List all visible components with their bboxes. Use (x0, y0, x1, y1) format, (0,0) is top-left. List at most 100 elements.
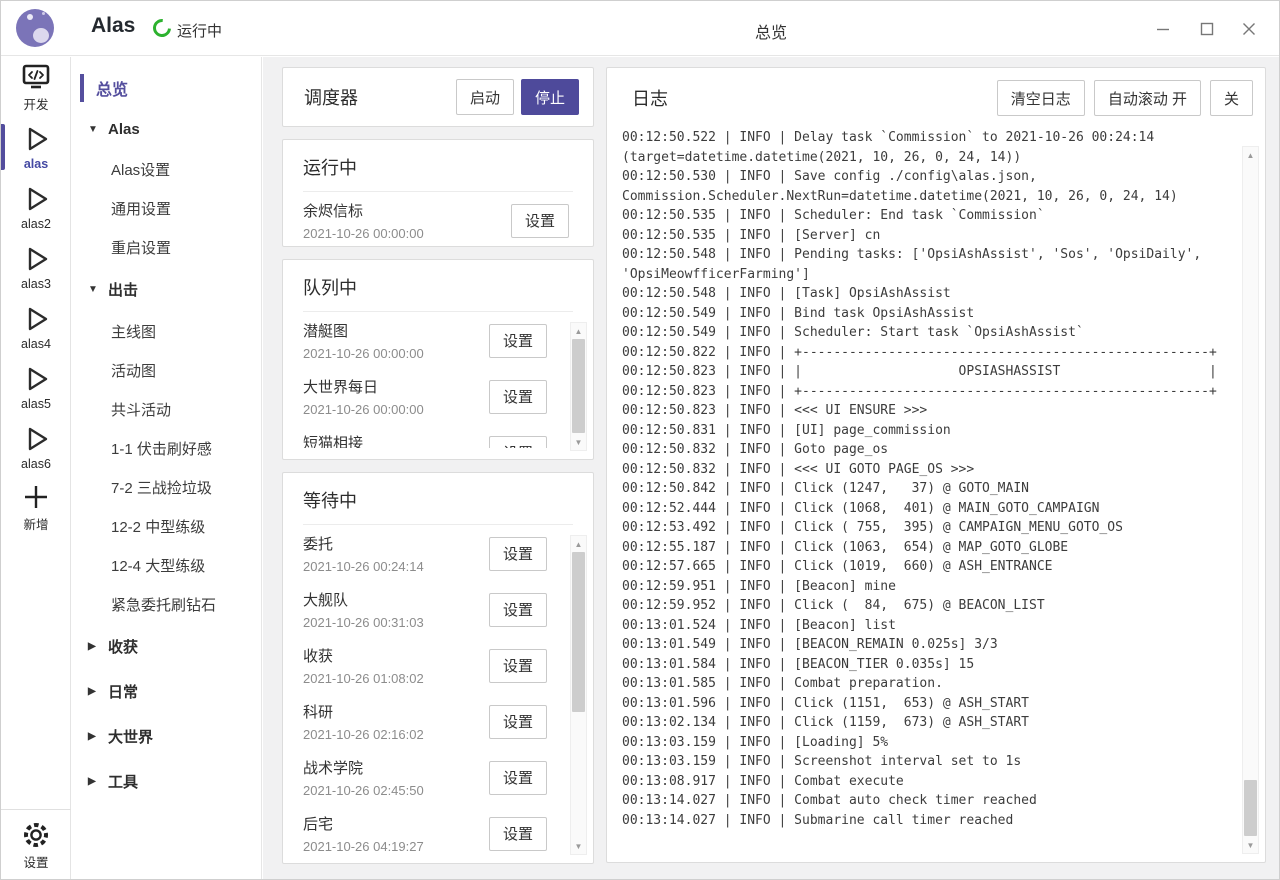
autoscroll-off-button[interactable]: 关 (1210, 80, 1253, 116)
task-row: 后宅2021-10-26 04:19:27设置 (283, 805, 593, 852)
menu-group-日常[interactable]: ▶日常 (71, 669, 261, 714)
sidebar-item-alas3[interactable]: alas3 (1, 237, 71, 297)
menu-group-label: 日常 (108, 681, 138, 702)
menu-item-主线图[interactable]: 主线图 (71, 312, 261, 351)
menu-item-Alas设置[interactable]: Alas设置 (71, 150, 261, 189)
task-setting-button[interactable]: 设置 (489, 817, 547, 851)
chevron-right-icon: ▶ (88, 731, 99, 742)
task-row: 委托 2021-10-26 00:24:14设置 (283, 525, 593, 581)
autoscroll-on-button[interactable]: 自动滚动 开 (1094, 80, 1201, 116)
task-name: 科研 (303, 701, 489, 722)
running-card: 运行中 余烬信标2021-10-26 00:00:00设置 (282, 139, 594, 247)
task-row: 大舰队2021-10-26 00:31:03设置 (283, 581, 593, 637)
log-header: 日志 清空日志 自动滚动 开 关 (607, 68, 1265, 124)
task-row: 余烬信标2021-10-26 00:00:00设置 (283, 192, 593, 248)
waiting-scrollbar[interactable]: ▲ ▼ (570, 535, 587, 855)
sidebar-item-alas4[interactable]: alas4 (1, 297, 71, 357)
play-icon (20, 183, 52, 215)
scrollbar-thumb[interactable] (572, 552, 585, 712)
scheduler-title: 调度器 (304, 84, 358, 110)
task-name: 余烬信标 (303, 200, 511, 221)
sidebar-item-label: alas2 (21, 217, 51, 231)
task-row: 潜艇图2021-10-26 00:00:00设置 (283, 312, 593, 368)
menu-item-1-1 伏击刷好感[interactable]: 1-1 伏击刷好感 (71, 429, 261, 468)
plus-icon (21, 482, 51, 512)
waiting-card-title: 等待中 (303, 473, 573, 525)
task-name: 收获 (303, 645, 489, 666)
sidebar-item-label: alas5 (21, 397, 51, 411)
menu-item-共斗活动[interactable]: 共斗活动 (71, 390, 261, 429)
clear-log-button[interactable]: 清空日志 (997, 80, 1085, 116)
scheduler-status-text: 运行中 (177, 20, 222, 41)
sidebar-item-settings[interactable]: 设置 (1, 809, 71, 880)
menu-group-label: 收获 (108, 636, 138, 657)
dev-monitor-icon (20, 62, 52, 92)
task-row: 大世界每日2021-10-26 00:00:00设置 (283, 368, 593, 424)
menu-item-紧急委托刷钻石[interactable]: 紧急委托刷钻石 (71, 585, 261, 624)
scheduler-stop-button[interactable]: 停止 (521, 79, 579, 115)
menu-group-label: 大世界 (108, 726, 153, 747)
waiting-card: 等待中 委托2021-10-26 00:24:14设置大舰队2021-10-26… (282, 472, 594, 864)
menu-item-overview[interactable]: 总览 (71, 67, 261, 109)
scroll-down-icon[interactable]: ▼ (571, 434, 586, 450)
chevron-right-icon: ▶ (88, 641, 99, 652)
sidebar-item-alas5[interactable]: alas5 (1, 357, 71, 417)
sidebar-item-label: alas3 (21, 277, 51, 291)
queued-scrollbar[interactable]: ▲ ▼ (570, 322, 587, 451)
scheduler-start-button[interactable]: 启动 (456, 79, 514, 115)
task-name: 大舰队 (303, 589, 489, 610)
task-setting-button[interactable]: 设置 (489, 593, 547, 627)
gear-icon (21, 820, 51, 850)
menu-group-label: 工具 (108, 771, 138, 792)
menu-item-12-2 中型练级[interactable]: 12-2 中型练级 (71, 507, 261, 546)
task-setting-button[interactable]: 设置 (489, 761, 547, 795)
sidebar-item-label: 开发 (23, 94, 48, 113)
menu-item-12-4 大型练级[interactable]: 12-4 大型练级 (71, 546, 261, 585)
menu-group-Alas[interactable]: ▼Alas (71, 109, 261, 150)
task-setting-button[interactable]: 设置 (489, 380, 547, 414)
scroll-down-icon[interactable]: ▼ (1243, 837, 1258, 853)
menu-item-7-2 三战捡垃圾[interactable]: 7-2 三战捡垃圾 (71, 468, 261, 507)
scroll-up-icon[interactable]: ▲ (571, 323, 586, 339)
menu-item-重启设置[interactable]: 重启设置 (71, 228, 261, 267)
task-menu: 总览 ▼AlasAlas设置通用设置重启设置▼出击主线图活动图共斗活动1-1 伏… (71, 57, 262, 880)
sidebar-item-开发[interactable]: 开发 (1, 57, 71, 117)
menu-group-出击[interactable]: ▼出击 (71, 267, 261, 312)
menu-group-大世界[interactable]: ▶ 大世界 (71, 714, 261, 759)
task-name: 委托 (303, 533, 489, 554)
close-button[interactable] (1233, 14, 1265, 44)
instance-sidebar: 开发 alas alas2 alas3 alas4 alas5 alas6 新增 设置 (1, 57, 71, 880)
scrollbar-thumb[interactable] (1244, 780, 1257, 836)
task-setting-button[interactable]: 设置 (489, 537, 547, 571)
sidebar-item-alas2[interactable]: alas2 (1, 177, 71, 237)
log-scrollbar[interactable]: ▲ ▼ (1242, 146, 1259, 854)
sidebar-item-alas[interactable]: alas (1, 117, 71, 177)
scroll-down-icon[interactable]: ▼ (571, 838, 586, 854)
play-icon (20, 243, 52, 275)
scroll-up-icon[interactable]: ▲ (571, 536, 586, 552)
chevron-right-icon: ▶ (88, 776, 99, 787)
task-next-run-time: 2021-10-26 00:00:00 (303, 346, 489, 361)
sidebar-item-label: 新增 (23, 514, 48, 533)
menu-group-收获[interactable]: ▶ 收获 (71, 624, 261, 669)
task-setting-button[interactable]: 设置 (489, 649, 547, 683)
sidebar-item-alas6[interactable]: alas6 (1, 417, 71, 477)
menu-group-工具[interactable]: ▶ 工具 (71, 759, 261, 804)
task-setting-button[interactable]: 设置 (489, 705, 547, 739)
menu-item-通用设置[interactable]: 通用设置 (71, 189, 261, 228)
sidebar-item-label: alas6 (21, 457, 51, 471)
alas-logo-icon (16, 9, 54, 47)
scrollbar-thumb[interactable] (572, 339, 585, 433)
sidebar-item-新增[interactable]: 新增 (1, 477, 71, 537)
task-setting-button[interactable]: 设置 (489, 436, 547, 449)
task-setting-button[interactable]: 设置 (489, 324, 547, 358)
play-icon (20, 423, 52, 455)
menu-item-活动图[interactable]: 活动图 (71, 351, 261, 390)
maximize-button[interactable] (1191, 14, 1223, 44)
scroll-up-icon[interactable]: ▲ (1243, 147, 1258, 163)
task-setting-button[interactable]: 设置 (511, 204, 569, 238)
minimize-button[interactable] (1147, 14, 1179, 44)
title-bar: Alas 运行中 总览 (1, 1, 1279, 56)
play-icon (20, 363, 52, 395)
task-next-run-time: 2021-10-26 00:24:14 (303, 559, 489, 574)
